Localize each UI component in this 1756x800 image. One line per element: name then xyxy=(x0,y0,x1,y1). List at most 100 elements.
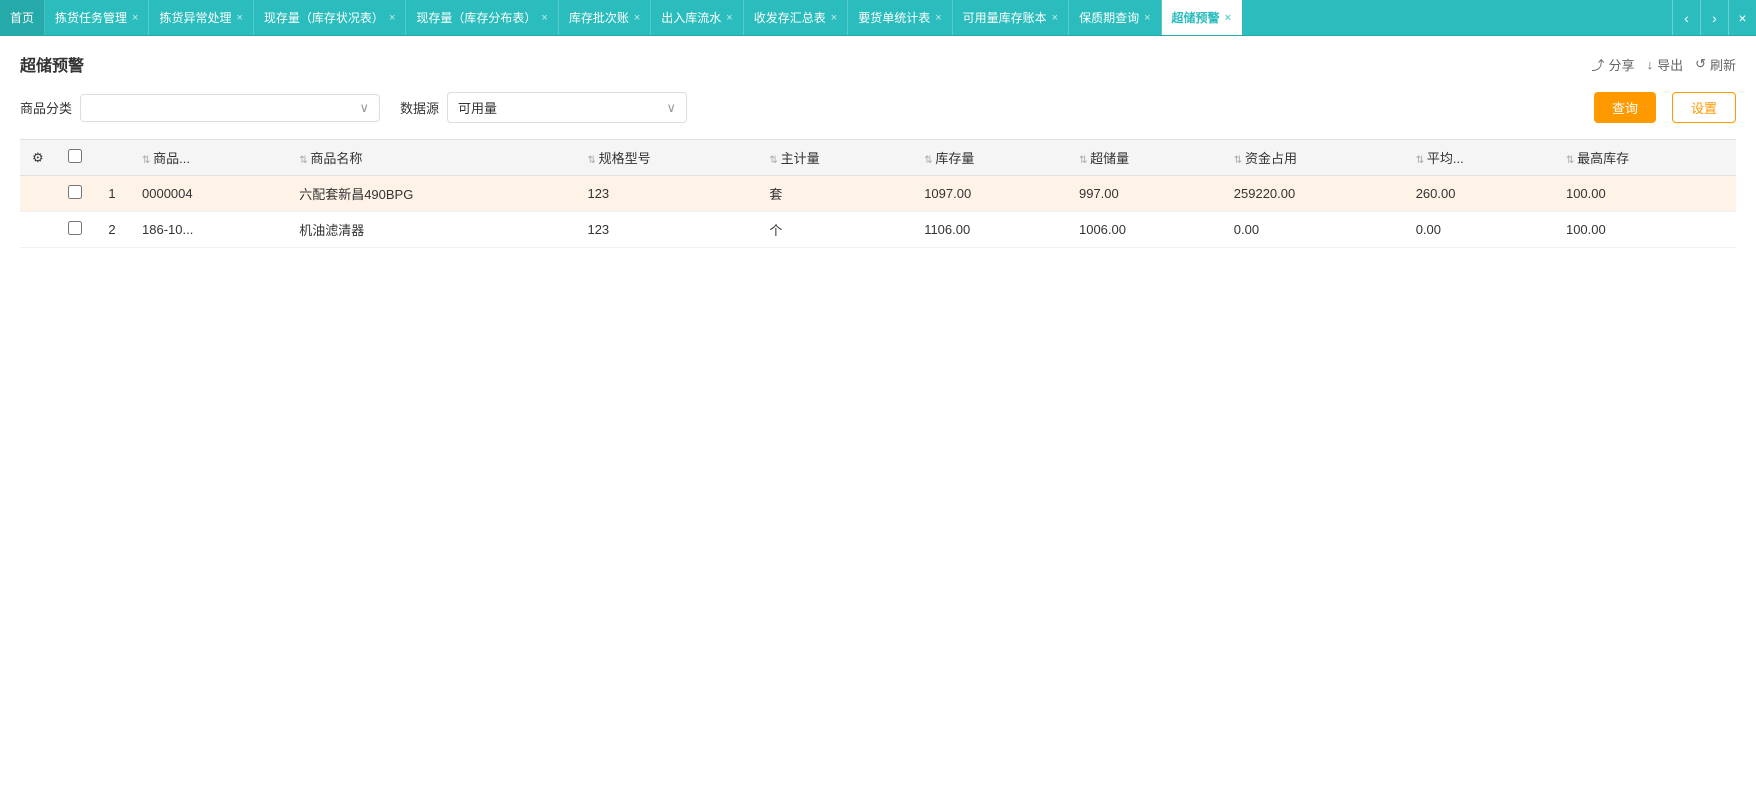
sort-icon: ⇅ xyxy=(142,155,153,166)
nav-close-8[interactable]: × xyxy=(935,12,941,24)
cell-checkbox[interactable] xyxy=(56,212,94,248)
nav-arrow-right[interactable]: › xyxy=(1700,0,1728,36)
cell-rownum: 2 xyxy=(94,212,130,248)
nav-item-5[interactable]: 库存批次账 × xyxy=(559,0,651,36)
column-product-code[interactable]: ⇅ 商品... xyxy=(130,140,287,176)
cell-product-code: 186-10... xyxy=(130,212,287,248)
column-rownum xyxy=(94,140,130,176)
nav-item-6[interactable]: 出入库流水 × xyxy=(651,0,743,36)
nav-arrow-close[interactable]: × xyxy=(1728,0,1756,36)
sort-icon-7: ⇅ xyxy=(1234,155,1245,166)
row-checkbox-0[interactable] xyxy=(68,185,82,199)
nav-label-home: 首页 xyxy=(10,9,34,26)
cell-product-name: 机油滤清器 xyxy=(287,212,575,248)
nav-item-active[interactable]: 超储预警 × xyxy=(1162,0,1242,36)
nav-label-7: 收发存汇总表 xyxy=(754,9,826,26)
nav-close-5[interactable]: × xyxy=(634,12,640,24)
nav-close-1[interactable]: × xyxy=(132,12,138,24)
nav-label-5: 库存批次账 xyxy=(569,9,629,26)
nav-item-9[interactable]: 可用量库存账本 × xyxy=(953,0,1069,36)
refresh-icon: ↺ xyxy=(1695,56,1706,72)
nav-close-9[interactable]: × xyxy=(1052,12,1058,24)
sort-icon-3: ⇅ xyxy=(587,155,598,166)
column-product-name[interactable]: ⇅ 商品名称 xyxy=(287,140,575,176)
category-select[interactable]: ∨ xyxy=(80,94,380,122)
page-content: 超储预警 ⤴ 分享 ↓ 导出 ↺ 刷新 商品分类 ∨ 数据源 xyxy=(0,36,1756,264)
cell-checkbox[interactable] xyxy=(56,176,94,212)
cell-stock: 1106.00 xyxy=(912,212,1067,248)
nav-item-3[interactable]: 现存量（库存状况表） × xyxy=(254,0,406,36)
page-title-row: 超储预警 ⤴ 分享 ↓ 导出 ↺ 刷新 xyxy=(20,52,1736,76)
nav-item-1[interactable]: 拣货任务管理 × xyxy=(45,0,149,36)
table-row: 1 0000004 六配套新昌490BPG 123 套 1097.00 997.… xyxy=(20,176,1736,212)
nav-close-7[interactable]: × xyxy=(831,12,837,24)
data-table: ⚙ ⇅ 商品... ⇅ 商品名称 ⇅ 规格型号 ⇅ xyxy=(20,139,1736,248)
filter-actions: 查询 设置 xyxy=(1594,92,1736,123)
query-button[interactable]: 查询 xyxy=(1594,92,1656,123)
nav-close-10[interactable]: × xyxy=(1144,12,1150,24)
nav-arrows: ‹ › × xyxy=(1672,0,1756,36)
share-icon: ⤴ xyxy=(1592,55,1605,74)
cell-stock: 1097.00 xyxy=(912,176,1067,212)
refresh-button[interactable]: ↺ 刷新 xyxy=(1695,55,1736,74)
column-stock[interactable]: ⇅ 库存量 xyxy=(912,140,1067,176)
nav-close-6[interactable]: × xyxy=(726,12,732,24)
select-all-checkbox[interactable] xyxy=(68,149,82,163)
column-settings[interactable]: ⚙ xyxy=(20,140,56,176)
column-over-stock[interactable]: ⇅ 超储量 xyxy=(1067,140,1222,176)
cell-rownum: 1 xyxy=(94,176,130,212)
column-checkbox xyxy=(56,140,94,176)
cell-avg: 0.00 xyxy=(1404,212,1554,248)
nav-close-2[interactable]: × xyxy=(236,12,242,24)
column-unit[interactable]: ⇅ 主计量 xyxy=(757,140,912,176)
nav-item-10[interactable]: 保质期查询 × xyxy=(1069,0,1161,36)
settings-button[interactable]: 设置 xyxy=(1672,92,1736,123)
cell-over-stock: 997.00 xyxy=(1067,176,1222,212)
cell-avg: 260.00 xyxy=(1404,176,1554,212)
share-button[interactable]: ⤴ 分享 xyxy=(1592,55,1635,74)
nav-close-3[interactable]: × xyxy=(389,12,395,24)
nav-item-2[interactable]: 拣货异常处理 × xyxy=(149,0,253,36)
refresh-label: 刷新 xyxy=(1710,55,1736,74)
row-checkbox-1[interactable] xyxy=(68,221,82,235)
column-avg[interactable]: ⇅ 平均... xyxy=(1404,140,1554,176)
nav-label-1: 拣货任务管理 xyxy=(55,9,127,26)
column-spec[interactable]: ⇅ 规格型号 xyxy=(575,140,757,176)
sort-icon-8: ⇅ xyxy=(1416,155,1427,166)
sort-icon-4: ⇅ xyxy=(769,155,780,166)
nav-label-4: 现存量（库存分布表） xyxy=(416,9,536,26)
cell-settings xyxy=(20,212,56,248)
nav-item-8[interactable]: 要货单统计表 × xyxy=(848,0,952,36)
cell-product-name: 六配套新昌490BPG xyxy=(287,176,575,212)
nav-item-home[interactable]: 首页 xyxy=(0,0,45,36)
column-max-stock[interactable]: ⇅ 最高库存 xyxy=(1554,140,1736,176)
cell-capital: 0.00 xyxy=(1222,212,1404,248)
export-label: 导出 xyxy=(1657,55,1683,74)
sort-icon-9: ⇅ xyxy=(1566,155,1577,166)
table-body: 1 0000004 六配套新昌490BPG 123 套 1097.00 997.… xyxy=(20,176,1736,248)
nav-label-active: 超储预警 xyxy=(1172,9,1220,26)
nav-arrow-left[interactable]: ‹ xyxy=(1672,0,1700,36)
nav-label-2: 拣货异常处理 xyxy=(159,9,231,26)
nav-close-active[interactable]: × xyxy=(1225,12,1231,24)
chevron-down-icon: ∨ xyxy=(360,100,370,116)
nav-item-7[interactable]: 收发存汇总表 × xyxy=(744,0,848,36)
nav-label-3: 现存量（库存状况表） xyxy=(264,9,384,26)
cell-max-stock: 100.00 xyxy=(1554,212,1736,248)
chevron-down-icon-2: ∨ xyxy=(667,100,677,116)
sort-icon-5: ⇅ xyxy=(924,155,935,166)
datasource-select[interactable]: 可用量 ∨ xyxy=(447,92,687,123)
nav-close-4[interactable]: × xyxy=(541,12,547,24)
column-capital[interactable]: ⇅ 资金占用 xyxy=(1222,140,1404,176)
nav-item-4[interactable]: 现存量（库存分布表） × xyxy=(406,0,558,36)
category-filter: 商品分类 ∨ xyxy=(20,94,380,122)
top-navigation: 首页 拣货任务管理 × 拣货异常处理 × 现存量（库存状况表） × 现存量（库存… xyxy=(0,0,1756,36)
export-icon: ↓ xyxy=(1647,57,1654,72)
cell-settings xyxy=(20,176,56,212)
nav-label-8: 要货单统计表 xyxy=(858,9,930,26)
cell-over-stock: 1006.00 xyxy=(1067,212,1222,248)
page-actions: ⤴ 分享 ↓ 导出 ↺ 刷新 xyxy=(1592,55,1736,74)
export-button[interactable]: ↓ 导出 xyxy=(1647,55,1684,74)
sort-icon-2: ⇅ xyxy=(299,155,310,166)
cell-spec: 123 xyxy=(575,176,757,212)
